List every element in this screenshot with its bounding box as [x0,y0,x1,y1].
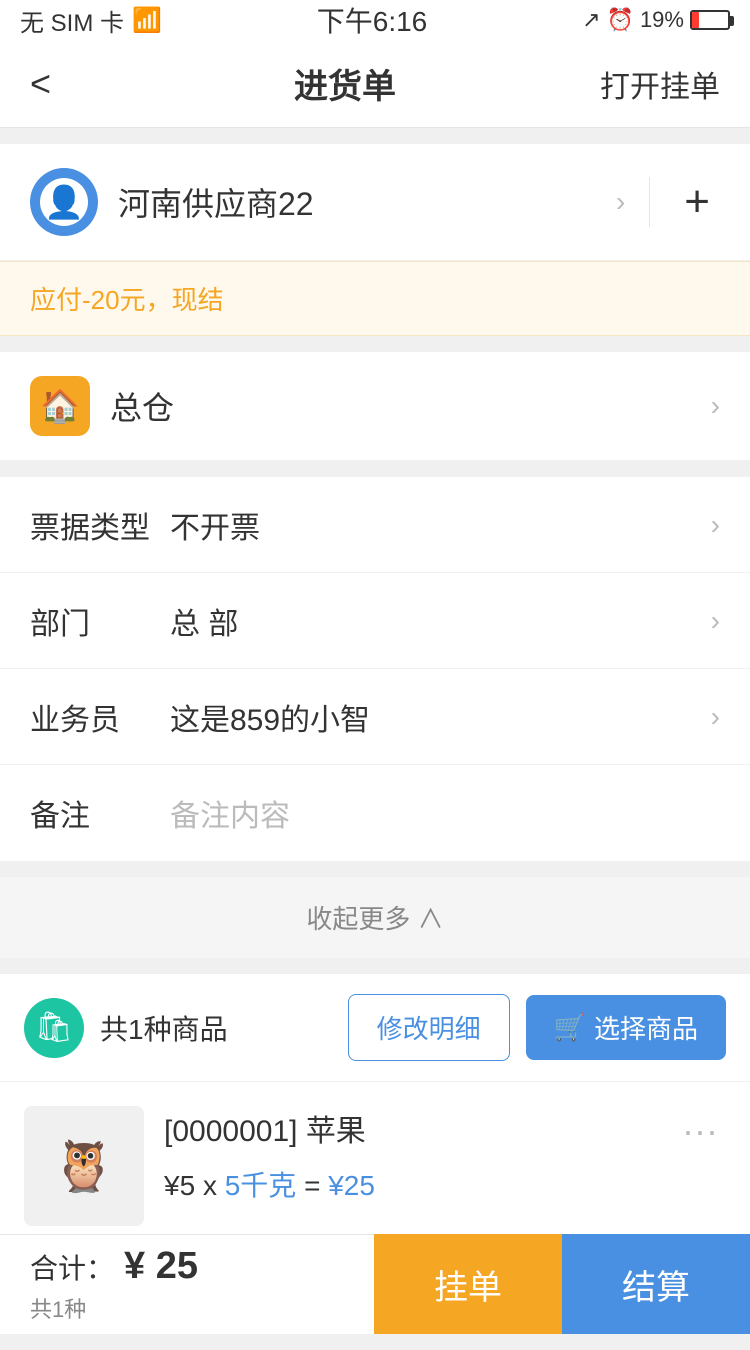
chevron-right-icon: › [711,701,720,733]
remark-input[interactable]: 备注内容 [160,791,720,835]
collapse-bar[interactable]: 收起更多 ∧ [0,877,750,958]
total-label-row: 合计： ¥ 25 [30,1245,344,1288]
status-bar: 无 SIM 卡 📶 下午6:16 ↗ ⏰ 19% [0,0,750,40]
staff-row[interactable]: 业务员 这是859的小智 › [0,669,750,765]
chevron-right-icon: › [616,186,625,218]
invoice-type-label: 票据类型 [30,503,160,547]
product-section: 🛍 共1种商品 修改明细 🛒 选择商品 🦉 [0000001] 苹果 ¥5 x … [0,974,750,1250]
unit-price: ¥5 [164,1170,195,1201]
owl-icon: 🦉 [53,1137,115,1196]
chevron-right-icon: › [711,509,720,541]
total-count: 共1种 [30,1292,344,1324]
open-pending-button[interactable]: 打开挂单 [600,62,720,106]
supplier-avatar: 👤 [30,168,98,236]
chevron-right-icon: › [711,605,720,637]
remark-label: 备注 [30,791,160,835]
product-price: ¥5 x 5千克 = ¥25 [164,1164,654,1204]
total-section: 合计： ¥ 25 共1种 [0,1234,374,1334]
chevron-right-icon: › [711,390,720,422]
product-icon-wrap: 🛍 [24,998,84,1058]
staff-value: 这是859的小智 [160,695,711,739]
alarm-icon: ⏰ [607,7,634,33]
more-options-button[interactable]: ··· [674,1106,726,1156]
wifi-icon: 📶 [132,6,162,35]
product-item: 🦉 [0000001] 苹果 ¥5 x 5千克 = ¥25 ··· [0,1081,750,1250]
status-right: ↗ ⏰ 19% [582,7,730,33]
supplier-name: 河南供应商22 [118,179,616,225]
debt-notice: 应付-20元，现结 [0,261,750,336]
invoice-type-value: 不开票 [160,503,711,547]
total-amount: ¥ 25 [124,1245,198,1288]
product-code: [0000001] [164,1115,297,1148]
status-left: 无 SIM 卡 📶 [20,3,162,38]
product-bag-icon: 🛍 [35,1010,73,1045]
warehouse-name: 总仓 [110,383,711,429]
hang-order-button[interactable]: 挂单 [374,1234,562,1334]
supplier-section: 👤 河南供应商22 › + 应付-20元，现结 [0,144,750,336]
location-icon: ↗ [582,7,600,33]
avatar-inner: 👤 [40,178,88,226]
form-section: 票据类型 不开票 › 部门 总 部 › 业务员 这是859的小智 › 备注 备注… [0,477,750,861]
department-value: 总 部 [160,599,711,643]
person-icon: 👤 [44,183,84,221]
product-thumbnail: 🦉 [24,1106,144,1226]
product-count: 共1种商品 [100,1008,332,1048]
invoice-type-row[interactable]: 票据类型 不开票 › [0,477,750,573]
bottom-bar: 合计： ¥ 25 共1种 挂单 结算 [0,1234,750,1334]
remark-row[interactable]: 备注 备注内容 [0,765,750,861]
product-name: [0000001] 苹果 [164,1106,654,1150]
battery-icon [690,10,730,30]
nav-bar: < 进货单 打开挂单 [0,40,750,128]
supplier-row[interactable]: 👤 河南供应商22 › + [0,144,750,261]
product-title: 苹果 [306,1115,366,1148]
edit-detail-button[interactable]: 修改明细 [348,994,510,1061]
carrier-text: 无 SIM 卡 [20,3,124,38]
total-label-text: 合计： [30,1247,114,1287]
page-title: 进货单 [294,59,396,108]
back-button[interactable]: < [30,63,90,105]
battery-text: 19% [640,7,684,33]
warehouse-section[interactable]: 🏠 总仓 › [0,352,750,461]
product-info: [0000001] 苹果 ¥5 x 5千克 = ¥25 [164,1106,654,1204]
settle-button[interactable]: 结算 [562,1234,750,1334]
multiply-sign: x [203,1170,225,1201]
status-time: 下午6:16 [317,0,428,40]
quantity: 5千克 [225,1170,297,1201]
cart-icon: 🛒 [554,1012,586,1043]
warehouse-icon: 🏠 [30,376,90,436]
equals-sign: = [304,1170,328,1201]
add-supplier-button[interactable]: + [674,177,720,227]
vertical-divider [649,177,650,227]
department-row[interactable]: 部门 总 部 › [0,573,750,669]
select-product-label: 选择商品 [594,1009,698,1046]
product-header: 🛍 共1种商品 修改明细 🛒 选择商品 [0,974,750,1081]
line-total: ¥25 [328,1170,375,1201]
select-product-button[interactable]: 🛒 选择商品 [526,995,726,1060]
staff-label: 业务员 [30,695,160,739]
department-label: 部门 [30,599,160,643]
